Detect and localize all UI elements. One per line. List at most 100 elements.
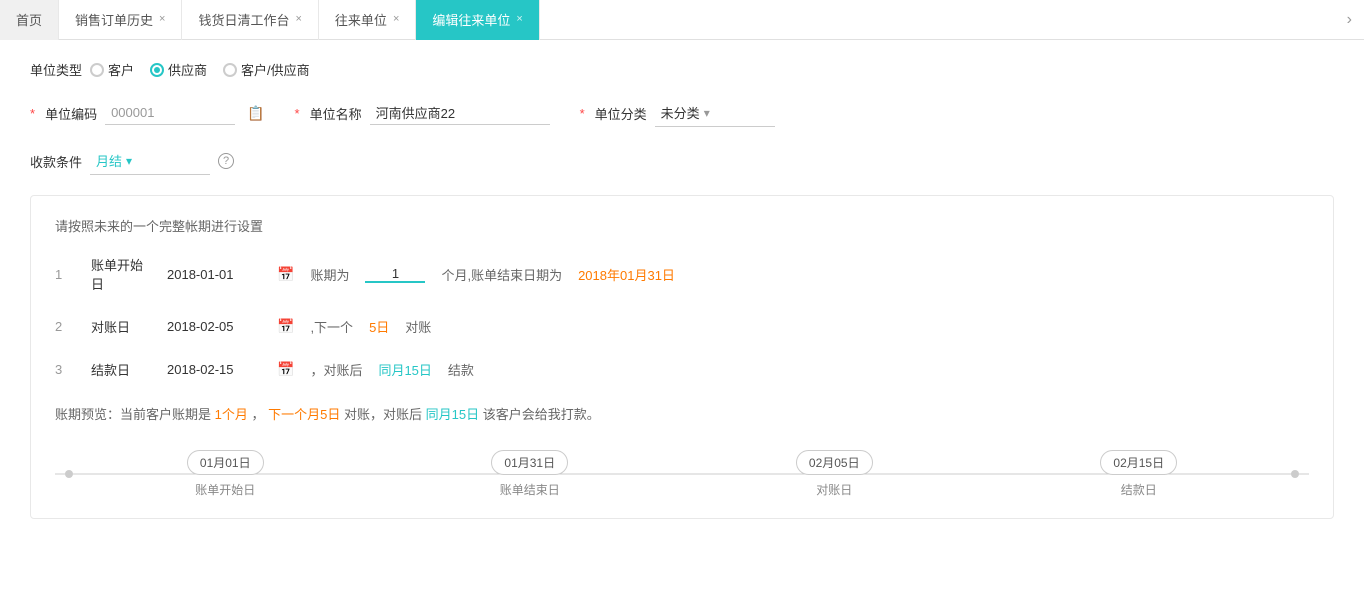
- radio-customer-circle: [90, 63, 104, 77]
- radio-both-circle: [223, 63, 237, 77]
- row-3-desc-suffix: 结款: [448, 360, 474, 379]
- timeline-node-label-1: 账单结束日: [500, 481, 560, 498]
- setting-row-3: 3 结款日 2018-02-15 📅 ，对账后 同月15日 结款: [55, 360, 1309, 379]
- reconcile-date-value: 2018-02-05: [167, 319, 257, 334]
- timeline-node-pill-1: 01月31日: [491, 450, 568, 475]
- row-2-highlight: 5日: [369, 317, 389, 336]
- timeline: 01月01日 账单开始日 01月31日 账单结束日 02月05日 对账日 02月…: [55, 450, 1309, 498]
- timeline-node-label-0: 账单开始日: [195, 481, 255, 498]
- payment-condition-arrow-icon: ▾: [126, 154, 132, 168]
- row-label-3: 结款日: [91, 360, 151, 379]
- timeline-node-pill-3: 02月15日: [1100, 450, 1177, 475]
- row-3-highlight: 同月15日: [378, 360, 431, 379]
- tab-bar: 首页 销售订单历史 × 钱货日清工作台 × 往来单位 × 编辑往来单位 × ›: [0, 0, 1364, 40]
- month-input[interactable]: [365, 266, 425, 283]
- unit-class-value: 未分类: [661, 103, 700, 122]
- payment-date-calendar-icon[interactable]: 📅: [277, 361, 294, 378]
- radio-both-label: 客户/供应商: [241, 60, 310, 79]
- timeline-node-2: 02月05日 对账日: [796, 450, 873, 498]
- radio-supplier-label: 供应商: [168, 60, 207, 79]
- setting-row-2: 2 对账日 2018-02-05 📅 ,下一个 5日 对账: [55, 317, 1309, 336]
- row-2-desc-prefix: ,下一个: [310, 317, 353, 336]
- tab-sales-label: 销售订单历史: [75, 10, 153, 29]
- unit-name-label: 单位名称: [310, 104, 362, 123]
- timeline-node-pill-2: 02月05日: [796, 450, 873, 475]
- help-icon[interactable]: ?: [218, 153, 234, 169]
- timeline-node-pill-0: 01月01日: [187, 450, 264, 475]
- unit-name-field: * 单位名称: [295, 101, 550, 125]
- main-content: 单位类型 客户 供应商 客户/供应商 * 单位编码: [0, 40, 1364, 608]
- timeline-end-dot: [1291, 470, 1299, 478]
- row-3-desc-prefix: ，对账后: [310, 360, 362, 379]
- unit-code-input[interactable]: [105, 101, 235, 125]
- radio-supplier[interactable]: 供应商: [150, 60, 207, 79]
- timeline-start-dot: [65, 470, 73, 478]
- tab-cash-label: 钱货日清工作台: [198, 10, 289, 29]
- unit-info-row: * 单位编码 📋 * 单位名称 * 单位分类 未分类 ▾: [30, 99, 1334, 127]
- unit-type-field: 单位类型 客户 供应商 客户/供应商: [30, 60, 310, 79]
- timeline-nodes: 01月01日 账单开始日 01月31日 账单结束日 02月05日 对账日 02月…: [73, 450, 1291, 498]
- row-index-2: 2: [55, 319, 75, 334]
- row-2-desc-suffix: 对账: [405, 317, 431, 336]
- radio-customer-label: 客户: [108, 60, 134, 79]
- unit-code-field: * 单位编码 📋: [30, 101, 265, 125]
- payment-condition-field: 收款条件 月结 ▾ ?: [30, 147, 234, 175]
- unit-code-label: 单位编码: [45, 104, 97, 123]
- unit-type-radio-group: 客户 供应商 客户/供应商: [90, 60, 310, 79]
- preview-comma1: ，: [252, 407, 265, 422]
- reconcile-date-calendar-icon[interactable]: 📅: [277, 318, 294, 335]
- timeline-node-3: 02月15日 结款日: [1100, 450, 1177, 498]
- payment-condition-dropdown[interactable]: 月结 ▾: [90, 147, 210, 175]
- radio-supplier-circle: [150, 63, 164, 77]
- unit-name-input[interactable]: [370, 101, 550, 125]
- unit-name-star: *: [295, 106, 300, 121]
- radio-customer[interactable]: 客户: [90, 60, 134, 79]
- setting-panel: 请按照未来的一个完整帐期进行设置 1 账单开始日 2018-01-01 📅 账期…: [30, 195, 1334, 519]
- tab-partner-label: 往来单位: [335, 10, 387, 29]
- tab-cash-work[interactable]: 钱货日清工作台 ×: [182, 0, 318, 40]
- tab-edit-partner[interactable]: 编辑往来单位 ×: [416, 0, 539, 40]
- start-date-calendar-icon[interactable]: 📅: [277, 266, 294, 283]
- preview-part1: 1个月: [215, 407, 248, 422]
- payment-date-value: 2018-02-15: [167, 362, 257, 377]
- unit-class-label: 单位分类: [595, 104, 647, 123]
- payment-condition-value: 月结: [96, 151, 122, 170]
- end-date-highlight: 2018年01月31日: [578, 265, 675, 284]
- row-index-1: 1: [55, 267, 75, 282]
- payment-condition-label: 收款条件: [30, 152, 82, 171]
- preview-suffix: 该客户会给我打款。: [483, 407, 600, 422]
- preview-middle: 对账，对账后: [344, 407, 422, 422]
- tab-home[interactable]: 首页: [0, 0, 59, 40]
- preview-text: 账期预览：当前客户账期是 1个月 ， 下一个月5日 对账，对账后 同月15日 该…: [55, 403, 1309, 426]
- unit-code-star: *: [30, 106, 35, 121]
- preview-part2: 下一个月5日: [268, 407, 340, 422]
- radio-both[interactable]: 客户/供应商: [223, 60, 310, 79]
- row-label-2: 对账日: [91, 317, 151, 336]
- tab-more-button[interactable]: ›: [1335, 0, 1364, 40]
- tab-sales-close[interactable]: ×: [159, 14, 165, 25]
- tab-cash-close[interactable]: ×: [295, 14, 301, 25]
- payment-condition-row: 收款条件 月结 ▾ ?: [30, 147, 1334, 175]
- preview-part3: 同月15日: [426, 407, 479, 422]
- tab-sales-order-history[interactable]: 销售订单历史 ×: [59, 0, 182, 40]
- unit-class-star: *: [580, 106, 585, 121]
- unit-code-icon[interactable]: 📋: [247, 105, 264, 122]
- unit-class-arrow-icon: ▾: [704, 106, 710, 120]
- unit-class-dropdown[interactable]: 未分类 ▾: [655, 99, 775, 127]
- timeline-node-label-3: 结款日: [1121, 481, 1157, 498]
- tab-home-label: 首页: [16, 10, 42, 29]
- row-index-3: 3: [55, 362, 75, 377]
- row-1-desc-prefix: 账期为: [310, 265, 349, 284]
- preview-prefix: 账期预览：当前客户账期是: [55, 407, 211, 422]
- unit-type-row: 单位类型 客户 供应商 客户/供应商: [30, 60, 1334, 79]
- tab-edit-label: 编辑往来单位: [432, 10, 510, 29]
- timeline-node-label-2: 对账日: [816, 481, 852, 498]
- setting-row-1: 1 账单开始日 2018-01-01 📅 账期为 个月,账单结束日期为 2018…: [55, 255, 1309, 293]
- row-label-1: 账单开始日: [91, 255, 151, 293]
- timeline-node-1: 01月31日 账单结束日: [491, 450, 568, 498]
- tab-partner-unit[interactable]: 往来单位 ×: [319, 0, 416, 40]
- tab-partner-close[interactable]: ×: [393, 14, 399, 25]
- panel-hint: 请按照未来的一个完整帐期进行设置: [55, 216, 1309, 235]
- unit-class-field: * 单位分类 未分类 ▾: [580, 99, 775, 127]
- tab-edit-close[interactable]: ×: [516, 14, 522, 25]
